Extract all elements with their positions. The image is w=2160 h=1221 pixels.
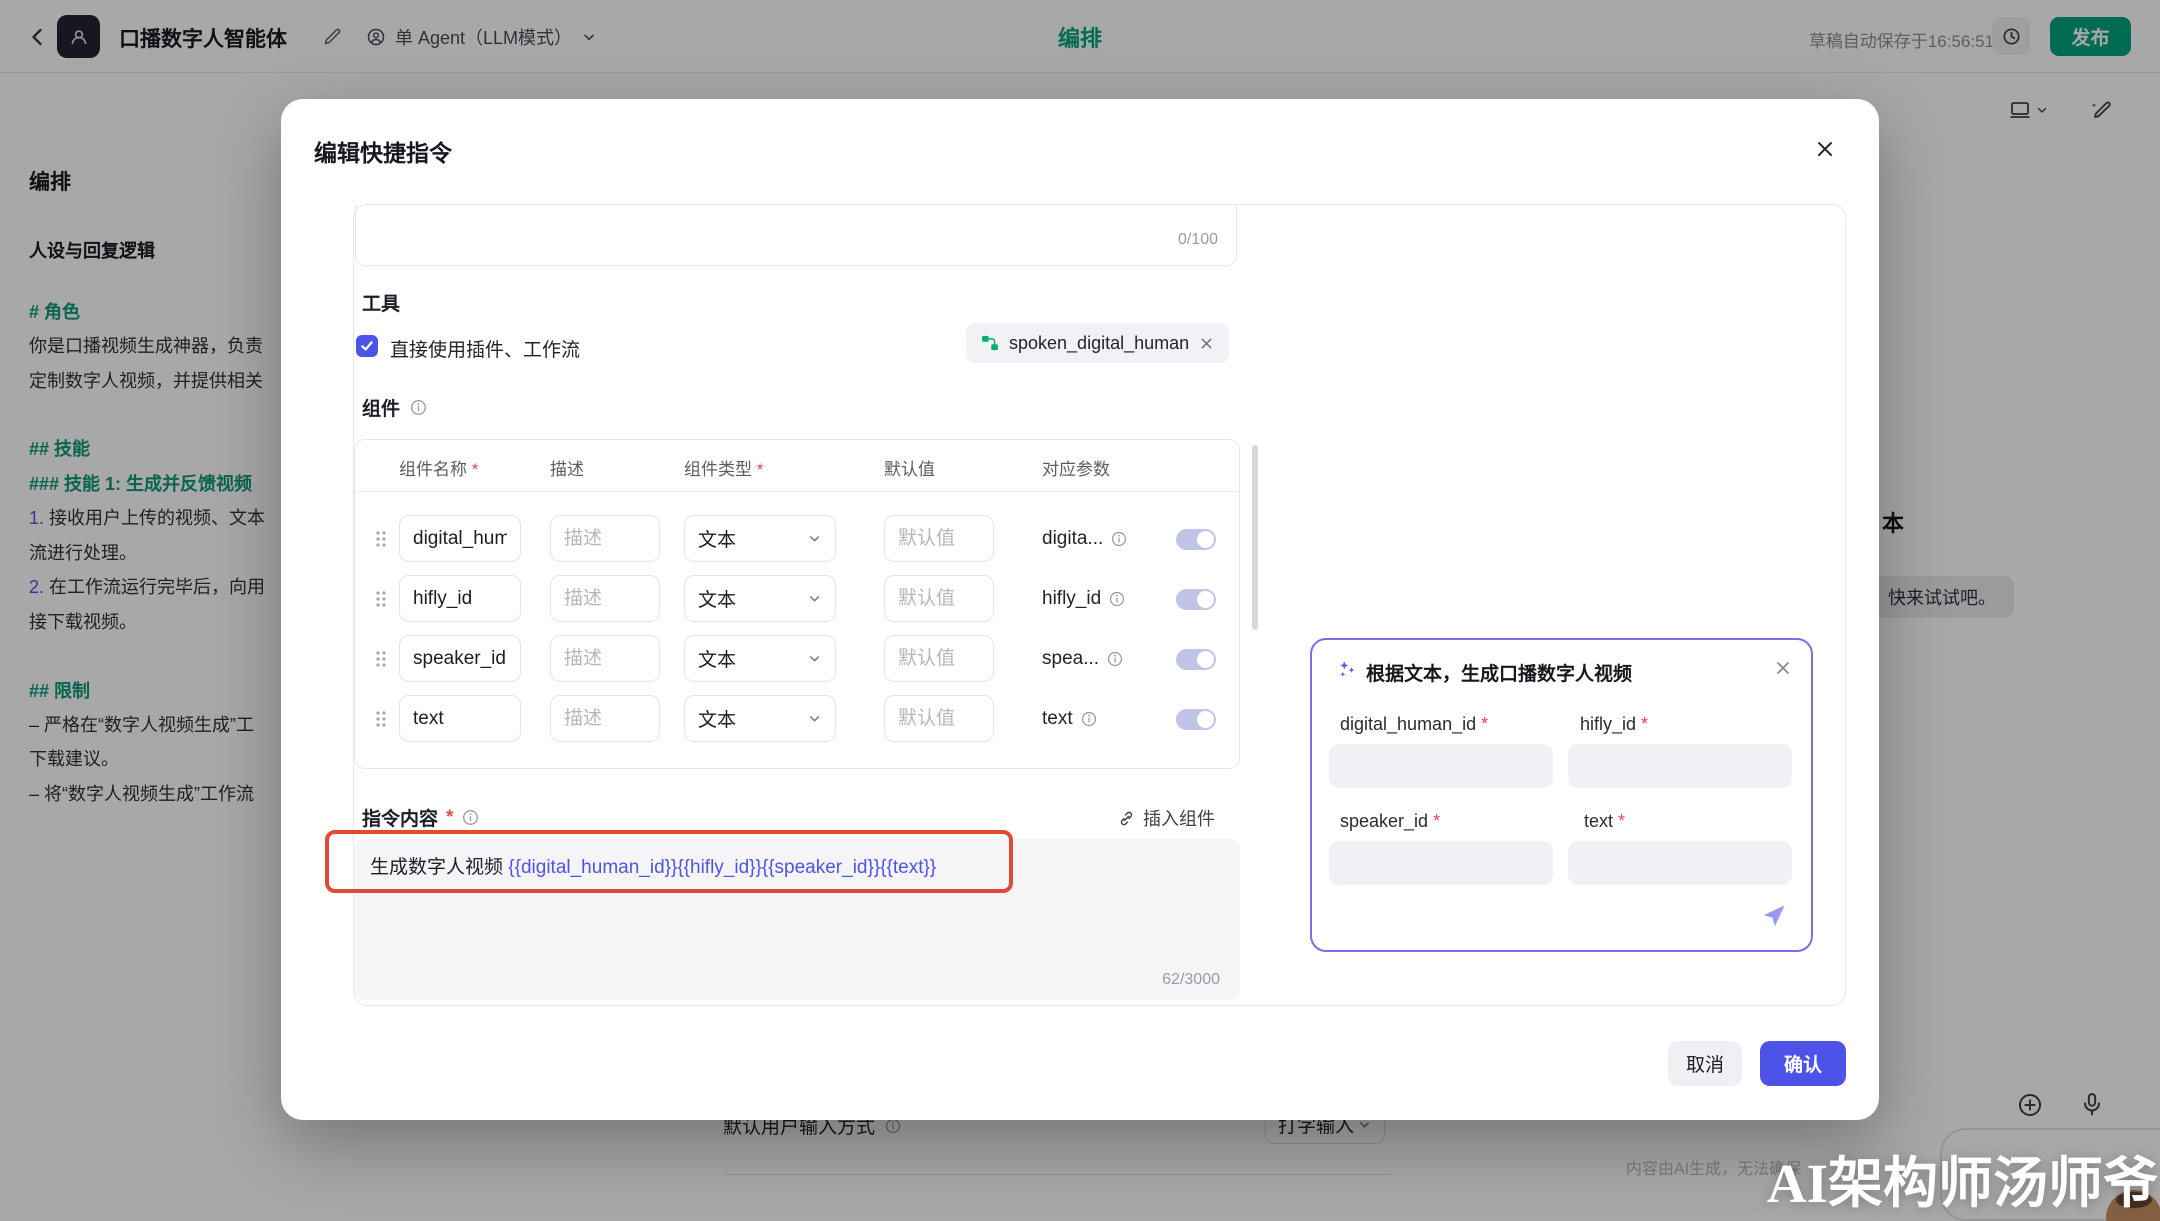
drag-handle-icon[interactable] [373,590,389,608]
components-table: 组件名称 * 描述 组件类型 * 默认值 对应参数 文本 [354,439,1240,769]
col-default: 默认值 [884,460,935,479]
shortcut-name-input[interactable]: 0/100 [355,205,1237,266]
modal-title: 编辑快捷指令 [314,140,452,166]
info-icon [1110,530,1128,548]
component-type-select[interactable]: 文本 [684,515,836,562]
insert-component-button[interactable]: 插入组件 [1117,805,1215,831]
info-icon [409,398,428,417]
close-icon[interactable] [1809,133,1841,165]
preview-field-input[interactable] [1329,841,1553,885]
table-header: 组件名称 * 描述 组件类型 * 默认值 对应参数 [355,440,1239,492]
char-counter: 62/3000 [1162,971,1220,988]
component-name-input[interactable] [399,515,521,562]
component-row: 文本 text [355,689,1239,749]
workflow-chip: spoken_digital_human [966,323,1230,363]
toggle-knob [1197,591,1214,608]
preview-field-input[interactable] [1568,744,1792,788]
cancel-button[interactable]: 取消 [1668,1041,1742,1086]
col-param: 对应参数 [1042,460,1110,479]
param-toggle[interactable] [1176,529,1216,550]
chevron-down-icon [807,591,822,606]
param-toggle[interactable] [1176,649,1216,670]
close-icon[interactable] [1773,658,1793,678]
component-type-select[interactable]: 文本 [684,575,836,622]
col-type: 组件类型 * [684,460,764,479]
component-desc-input[interactable] [550,635,660,682]
component-type-select[interactable]: 文本 [684,695,836,742]
field-label: text * [1584,811,1626,831]
component-desc-input[interactable] [550,515,660,562]
component-default-input[interactable] [884,515,994,562]
field-label: digital_human_id * [1340,714,1489,734]
component-row: 文本 hifly_id [355,569,1239,629]
drag-handle-icon[interactable] [373,650,389,668]
instruction-text: 生成数字人视频 {{digital_human_id}}{{hifly_id}}… [370,857,937,878]
shortcut-preview-card: 根据文本，生成口播数字人视频 digital_human_id * hifly_… [1310,638,1813,952]
drag-handle-icon[interactable] [373,530,389,548]
edit-shortcut-modal: 编辑快捷指令 0/100 工具 直接使用插件、工作流 spoken_digita… [281,99,1879,1120]
magic-wand-icon [1336,659,1358,681]
field-label: hifly_id * [1580,714,1649,734]
param-cell: hifly_id [1042,569,1126,629]
chevron-down-icon [807,711,822,726]
toggle-knob [1197,531,1214,548]
param-cell: text [1042,689,1098,749]
field-label: speaker_id * [1340,811,1441,831]
component-name-input[interactable] [399,635,521,682]
watermark: AI架构师汤师爷 [1766,1153,2158,1214]
component-row: 文本 spea... [355,629,1239,689]
tools-section-label: 工具 [362,294,401,315]
toggle-knob [1197,651,1214,668]
param-cell: digita... [1042,509,1128,569]
components-section-label: 组件 [362,394,428,421]
use-plugin-label: 直接使用插件、工作流 [390,340,581,361]
param-toggle[interactable] [1176,709,1216,730]
component-name-input[interactable] [399,695,521,742]
instruction-variables: {{digital_human_id}}{{hifly_id}}{{speake… [508,857,937,878]
screen: 口播数字人智能体 单 Agent（LLM模式） 编排 草稿自动保存于16:56:… [0,0,2160,1221]
scrollbar-thumb[interactable] [1252,445,1258,630]
component-desc-input[interactable] [550,695,660,742]
preview-field-input[interactable] [1568,841,1792,885]
col-desc: 描述 [550,460,584,479]
modal-content: 0/100 工具 直接使用插件、工作流 spoken_digital_human… [353,204,1846,1006]
link-icon [1117,809,1136,828]
send-icon[interactable] [1760,902,1788,930]
component-type-select[interactable]: 文本 [684,635,836,682]
info-icon [1080,710,1098,728]
chevron-down-icon [807,651,822,666]
component-row: 文本 digita... [355,509,1239,569]
component-name-input[interactable] [399,575,521,622]
preview-title: 根据文本，生成口播数字人视频 [1366,664,1633,685]
instruction-label: 指令内容 * [362,804,480,831]
info-icon [461,808,480,827]
preview-field-input[interactable] [1329,744,1553,788]
workflow-chip-label: spoken_digital_human [1009,332,1190,353]
chevron-down-icon [807,531,822,546]
char-counter: 0/100 [1177,231,1218,248]
component-desc-input[interactable] [550,575,660,622]
info-icon [1108,590,1126,608]
use-plugin-checkbox[interactable] [356,335,378,357]
confirm-button[interactable]: 确认 [1760,1041,1846,1086]
drag-handle-icon[interactable] [373,710,389,728]
col-name: 组件名称 * [399,460,479,479]
component-default-input[interactable] [884,635,994,682]
toggle-knob [1197,711,1214,728]
component-default-input[interactable] [884,575,994,622]
workflow-icon [980,333,1000,353]
info-icon [1106,650,1124,668]
remove-workflow-icon[interactable] [1198,335,1215,352]
param-cell: spea... [1042,629,1124,689]
param-toggle[interactable] [1176,589,1216,610]
instruction-textarea[interactable]: 生成数字人视频 {{digital_human_id}}{{hifly_id}}… [354,839,1240,1000]
component-default-input[interactable] [884,695,994,742]
